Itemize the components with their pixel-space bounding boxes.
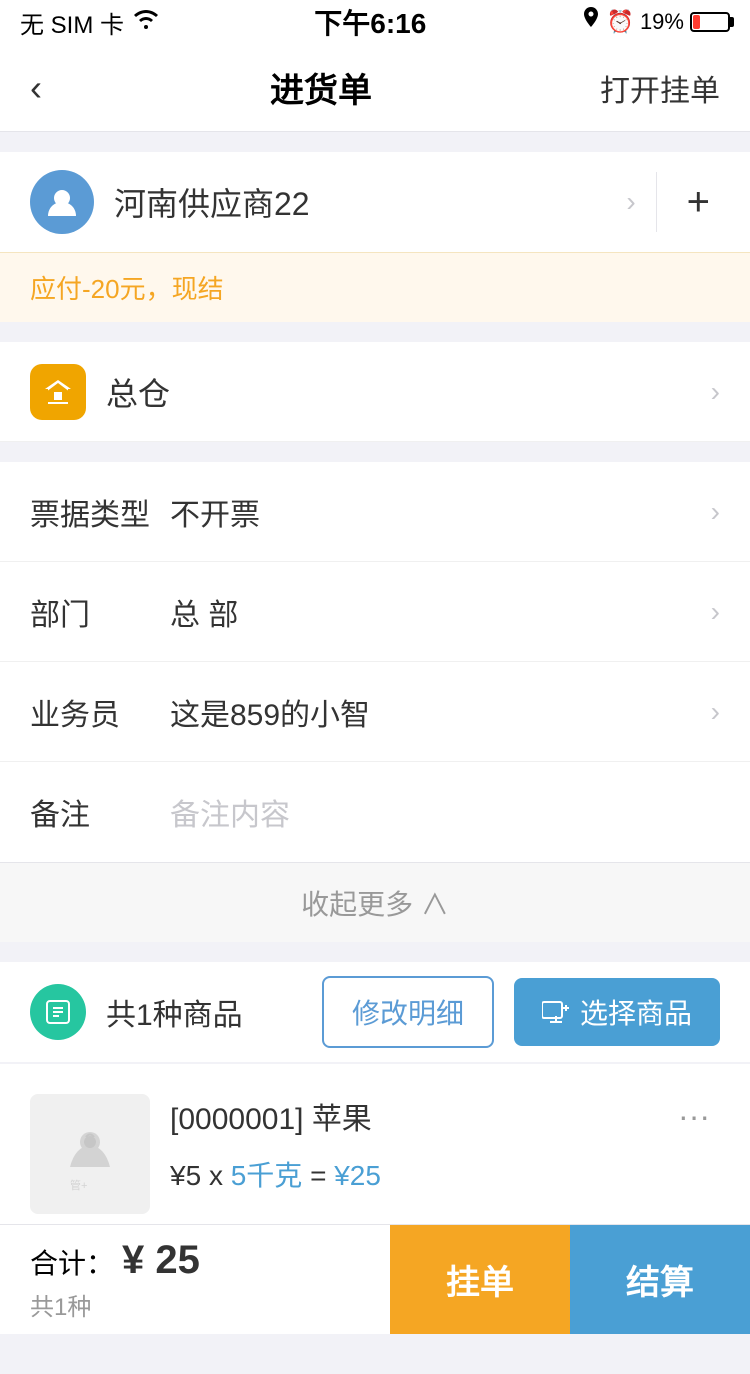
salesperson-chevron-icon: › [711, 696, 720, 728]
product-total: ¥25 [334, 1160, 381, 1191]
ticket-type-label: 票据类型 [30, 490, 170, 534]
total-label: 合计： [30, 1242, 114, 1282]
status-right: ⏰ 19% [581, 7, 730, 37]
supplier-avatar [30, 170, 94, 234]
ticket-type-value: 不开票 [170, 490, 711, 534]
product-name: [0000001] 苹果 [170, 1094, 648, 1138]
page-title: 进货单 [270, 63, 372, 112]
product-code: [0000001] [170, 1103, 303, 1136]
wifi-icon [132, 8, 160, 36]
add-supplier-button[interactable]: + [677, 170, 720, 235]
remark-row[interactable]: 备注 备注内容 [0, 762, 750, 862]
quantity: 5千克 [231, 1160, 303, 1191]
supplier-name: 河南供应商22 [114, 179, 626, 225]
svg-text:管+: 管+ [70, 1178, 87, 1191]
product-count-icon [30, 984, 86, 1040]
ticket-type-chevron-icon: › [711, 496, 720, 528]
supplier-notice: 应付-20元，现结 [0, 252, 750, 322]
unit-price: ¥5 [170, 1160, 201, 1191]
alarm-icon: ⏰ [607, 9, 634, 35]
price-separator: x [209, 1160, 231, 1191]
product-thumbnail: 管+ [30, 1094, 150, 1214]
hangup-button[interactable]: 挂单 [390, 1225, 570, 1334]
supplier-chevron-icon: › [626, 186, 635, 218]
product-price: ¥5 x 5千克 = ¥25 [170, 1154, 648, 1194]
select-product-button[interactable]: 选择商品 [514, 978, 720, 1046]
warehouse-section: 总仓 › [0, 342, 750, 442]
battery-text: 19% [640, 9, 684, 35]
salesperson-row[interactable]: 业务员 这是859的小智 › [0, 662, 750, 762]
product-info: [0000001] 苹果 ¥5 x 5千克 = ¥25 [170, 1094, 648, 1194]
warehouse-name: 总仓 [106, 369, 711, 415]
product-more-button[interactable]: ··· [668, 1094, 720, 1139]
warehouse-icon [30, 364, 86, 420]
collapse-bar[interactable]: 收起更多 ∧ [0, 862, 750, 942]
carrier-text: 无 SIM 卡 [20, 5, 124, 40]
edit-detail-button[interactable]: 修改明细 [322, 976, 494, 1048]
department-row[interactable]: 部门 总 部 › [0, 562, 750, 662]
department-label: 部门 [30, 590, 170, 634]
checkout-button[interactable]: 结算 [570, 1225, 750, 1334]
bottom-bar: 合计： ¥ 25 共1种 挂单 结算 [0, 1224, 750, 1334]
total-count: 共1种 [30, 1287, 360, 1322]
department-value: 总 部 [170, 590, 711, 634]
total-section: 合计： ¥ 25 共1种 [0, 1225, 390, 1334]
select-product-label: 选择商品 [580, 992, 692, 1032]
open-pending-button[interactable]: 打开挂单 [600, 66, 720, 110]
product-title: 苹果 [312, 1103, 372, 1136]
back-button[interactable]: ‹ [30, 67, 42, 109]
battery-icon [690, 12, 730, 32]
collapse-label: 收起更多 ∧ [301, 883, 449, 923]
supplier-row[interactable]: 河南供应商22 › + [0, 152, 750, 252]
salesperson-value: 这是859的小智 [170, 690, 711, 734]
remark-label: 备注 [30, 790, 170, 834]
status-left: 无 SIM 卡 [20, 5, 160, 40]
department-chevron-icon: › [711, 596, 720, 628]
status-bar: 无 SIM 卡 下午6:16 ⏰ 19% [0, 0, 750, 44]
nav-bar: ‹ 进货单 打开挂单 [0, 44, 750, 132]
ticket-type-row[interactable]: 票据类型 不开票 › [0, 462, 750, 562]
warehouse-chevron-icon: › [711, 376, 720, 408]
salesperson-label: 业务员 [30, 690, 170, 734]
products-header: 共1种商品 修改明细 选择商品 [0, 962, 750, 1062]
total-amount: ¥ 25 [122, 1238, 200, 1283]
remark-input[interactable]: 备注内容 [170, 790, 720, 834]
location-icon [581, 7, 601, 37]
product-item: 管+ [0000001] 苹果 ¥5 x 5千克 = ¥25 ··· [0, 1064, 750, 1244]
warehouse-row[interactable]: 总仓 › [0, 342, 750, 442]
form-section: 票据类型 不开票 › 部门 总 部 › 业务员 这是859的小智 › 备注 备注… [0, 462, 750, 862]
equals-sign: = [310, 1160, 334, 1191]
vertical-divider [656, 172, 657, 232]
status-time: 下午6:16 [314, 2, 426, 42]
supplier-section: 河南供应商22 › + 应付-20元，现结 [0, 152, 750, 322]
product-count-text: 共1种商品 [106, 990, 302, 1034]
